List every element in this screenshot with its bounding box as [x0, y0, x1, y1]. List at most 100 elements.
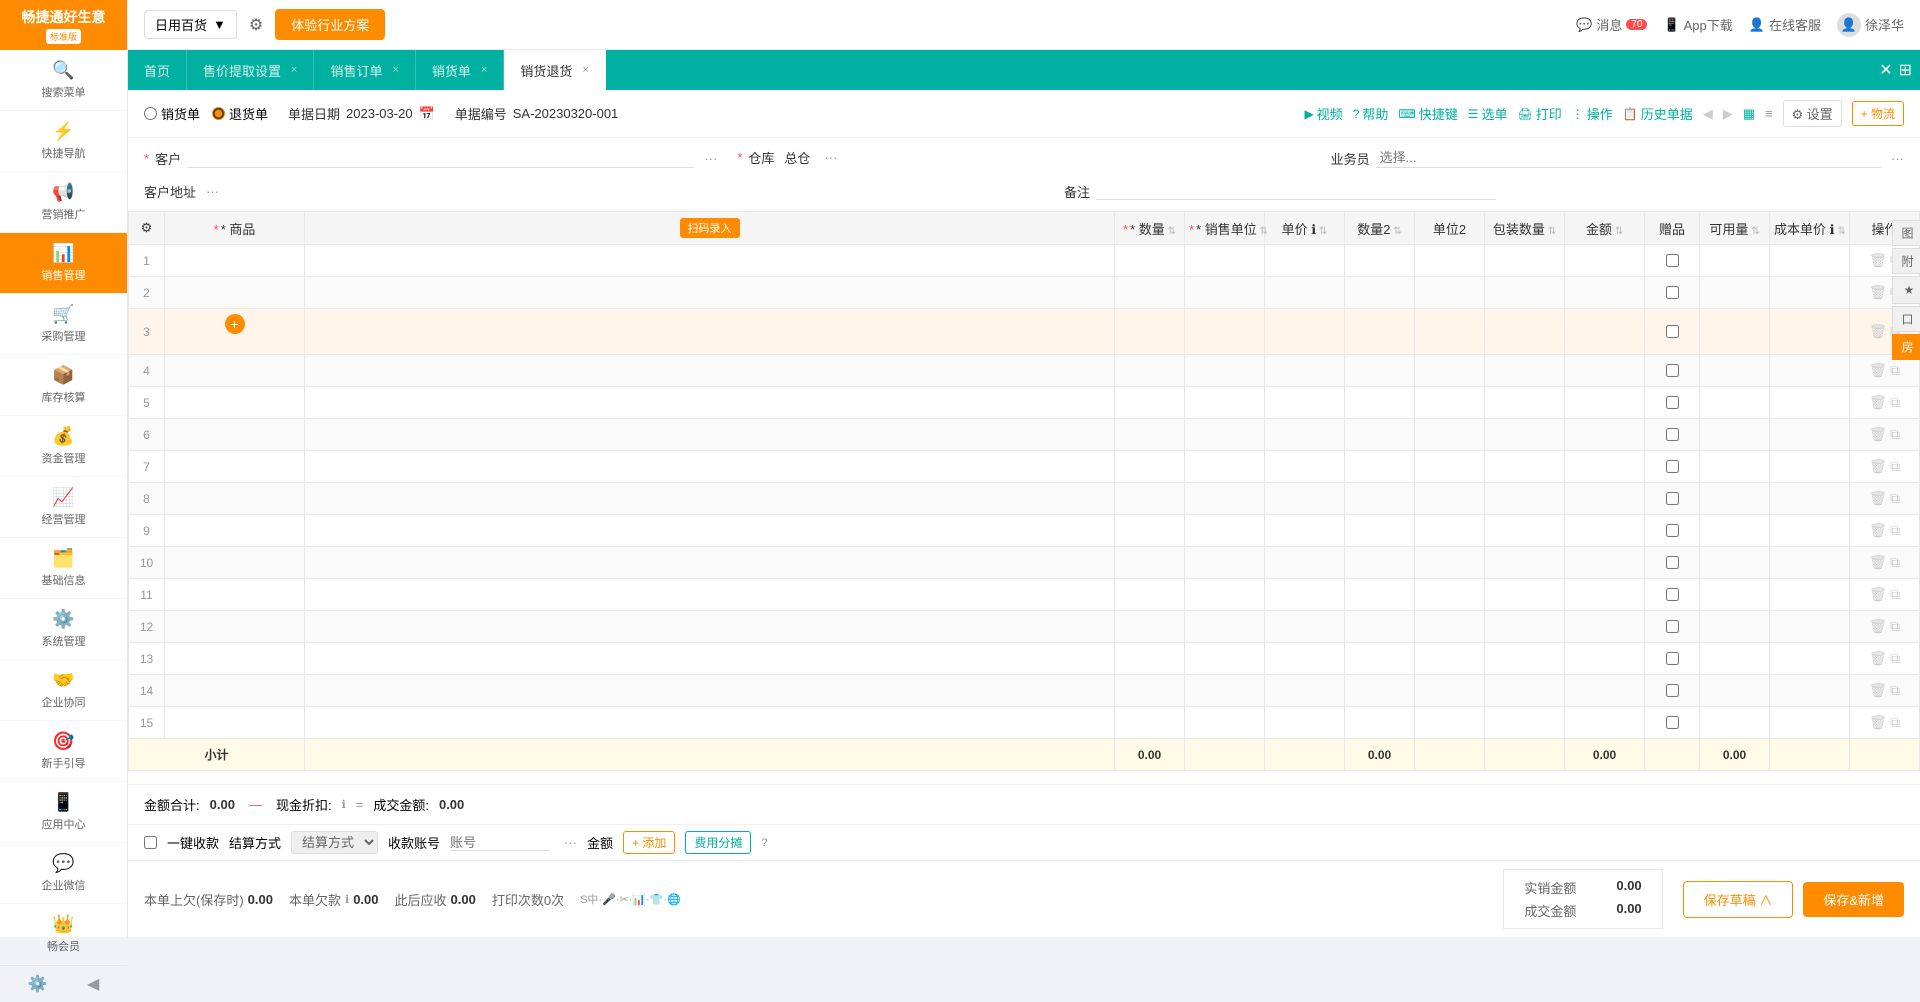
amount-cell[interactable]	[1565, 387, 1645, 419]
price-cell[interactable]	[1265, 483, 1345, 515]
sidebar-item-basic[interactable]: 🗂️ 基础信息	[0, 538, 127, 599]
right-float-link[interactable]: 口	[1892, 306, 1920, 332]
qty2-cell[interactable]	[1345, 707, 1415, 739]
pkg-cell[interactable]	[1485, 483, 1565, 515]
single-debt-info-icon[interactable]: ℹ	[345, 893, 349, 906]
amount-cell[interactable]	[1565, 579, 1645, 611]
delete-icon[interactable]: 🗑	[1869, 490, 1887, 506]
pkg-cell[interactable]	[1485, 309, 1565, 355]
amount-cell[interactable]	[1565, 515, 1645, 547]
copy-icon[interactable]: ⧉	[1890, 522, 1900, 538]
amount-cell[interactable]	[1565, 309, 1645, 355]
gift-checkbox[interactable]	[1666, 492, 1679, 505]
radio-sales-delivery[interactable]: 销货单	[144, 104, 200, 123]
unit-cell[interactable]	[1185, 483, 1265, 515]
unit-cell[interactable]	[1185, 643, 1265, 675]
one-click-payment-checkbox[interactable]	[144, 836, 157, 849]
gift-checkbox[interactable]	[1666, 364, 1679, 377]
sidebar-item-enterprise[interactable]: 🤝 企业协同	[0, 660, 127, 721]
gift-checkbox[interactable]	[1666, 396, 1679, 409]
delete-icon[interactable]: 🗑	[1869, 586, 1887, 602]
copy-icon[interactable]: ⧉	[1890, 714, 1900, 730]
product-cell[interactable]	[165, 643, 305, 675]
product-cell[interactable]	[165, 707, 305, 739]
gift-checkbox[interactable]	[1666, 588, 1679, 601]
price-cell[interactable]	[1265, 387, 1345, 419]
sidebar-item-wechat[interactable]: 💬 企业微信	[0, 843, 127, 904]
price-cell[interactable]	[1265, 355, 1345, 387]
qty2-cell[interactable]	[1345, 387, 1415, 419]
list-view-icon[interactable]: ≡	[1765, 106, 1773, 121]
video-tool[interactable]: ▶ 视频	[1304, 104, 1342, 123]
qty-cell[interactable]	[1115, 245, 1185, 277]
gift-cell[interactable]	[1645, 419, 1700, 451]
gift-cell[interactable]	[1645, 643, 1700, 675]
qty-cell[interactable]	[1115, 611, 1185, 643]
qty-cell[interactable]	[1115, 387, 1185, 419]
product-cell[interactable]	[165, 611, 305, 643]
right-float-img[interactable]: 图	[1892, 220, 1920, 246]
qty2-cell[interactable]	[1345, 309, 1415, 355]
copy-icon[interactable]: ⧉	[1890, 458, 1900, 474]
remarks-input[interactable]	[1096, 184, 1496, 200]
gift-cell[interactable]	[1645, 515, 1700, 547]
sidebar-item-marketing[interactable]: 📢 营销推广	[0, 172, 127, 233]
delete-icon[interactable]: 🗑	[1869, 522, 1887, 538]
gift-checkbox[interactable]	[1666, 716, 1679, 729]
unit-cell[interactable]	[1185, 387, 1265, 419]
cost-sort-icon[interactable]: ⇅	[1835, 226, 1846, 237]
unit-cell[interactable]	[1185, 675, 1265, 707]
salesperson-select-icon[interactable]: ···	[1891, 151, 1904, 166]
fee-split-btn[interactable]: 费用分摊	[685, 831, 751, 854]
gift-cell[interactable]	[1645, 707, 1700, 739]
copy-icon[interactable]: ⧉	[1890, 554, 1900, 570]
gift-cell[interactable]	[1645, 245, 1700, 277]
experience-btn[interactable]: 体验行业方案	[275, 9, 385, 40]
qty2-cell[interactable]	[1345, 483, 1415, 515]
right-float-attach[interactable]: 附	[1892, 248, 1920, 274]
qty2-cell[interactable]	[1345, 419, 1415, 451]
copy-icon[interactable]: ⧉	[1890, 586, 1900, 602]
product-cell[interactable]	[165, 483, 305, 515]
gift-cell[interactable]	[1645, 579, 1700, 611]
right-float-star[interactable]: ★	[1892, 276, 1920, 304]
gift-checkbox[interactable]	[1666, 428, 1679, 441]
product-cell[interactable]	[165, 515, 305, 547]
calc-method-select[interactable]: 结算方式	[291, 831, 378, 854]
product-cell[interactable]	[165, 277, 305, 309]
amount-cell[interactable]	[1565, 643, 1645, 675]
unit-cell[interactable]	[1185, 309, 1265, 355]
gift-checkbox[interactable]	[1666, 286, 1679, 299]
copy-icon[interactable]: ⧉	[1890, 426, 1900, 442]
operation-tool[interactable]: ⋮ 操作	[1572, 104, 1613, 123]
price-cell[interactable]	[1265, 675, 1345, 707]
pkg-cell[interactable]	[1485, 451, 1565, 483]
price-cell[interactable]	[1265, 547, 1345, 579]
delete-icon[interactable]: 🗑	[1869, 394, 1887, 410]
gift-cell[interactable]	[1645, 547, 1700, 579]
sidebar-item-system[interactable]: ⚙️ 系统管理	[0, 599, 127, 660]
unit-cell[interactable]	[1185, 579, 1265, 611]
qty2-cell[interactable]	[1345, 547, 1415, 579]
pkg-cell[interactable]	[1485, 515, 1565, 547]
tab-price-close-icon[interactable]: ×	[291, 64, 297, 76]
unit-cell[interactable]	[1185, 277, 1265, 309]
close-all-icon[interactable]: ✕	[1879, 60, 1892, 80]
unit-cell[interactable]	[1185, 611, 1265, 643]
prev-icon[interactable]: ◀	[1703, 106, 1713, 122]
product-cell[interactable]	[165, 675, 305, 707]
warehouse-select-icon[interactable]: ···	[824, 150, 837, 165]
qty2-cell[interactable]	[1345, 451, 1415, 483]
price-cell[interactable]	[1265, 515, 1345, 547]
fee-help-icon[interactable]: ?	[761, 837, 767, 849]
product-cell[interactable]	[165, 419, 305, 451]
gift-cell[interactable]	[1645, 451, 1700, 483]
sidebar-item-inventory[interactable]: 📦 库存核算	[0, 355, 127, 416]
qty-cell[interactable]	[1115, 277, 1185, 309]
sidebar-item-purchase[interactable]: 🛒 采购管理	[0, 294, 127, 355]
qty-cell[interactable]	[1115, 419, 1185, 451]
account-select-icon[interactable]: ···	[564, 835, 577, 850]
radio-sales-return[interactable]: 退货单	[212, 104, 268, 123]
pkg-sort-icon[interactable]: ⇅	[1545, 226, 1556, 237]
price-sort-icon[interactable]: ⇅	[1316, 226, 1327, 237]
